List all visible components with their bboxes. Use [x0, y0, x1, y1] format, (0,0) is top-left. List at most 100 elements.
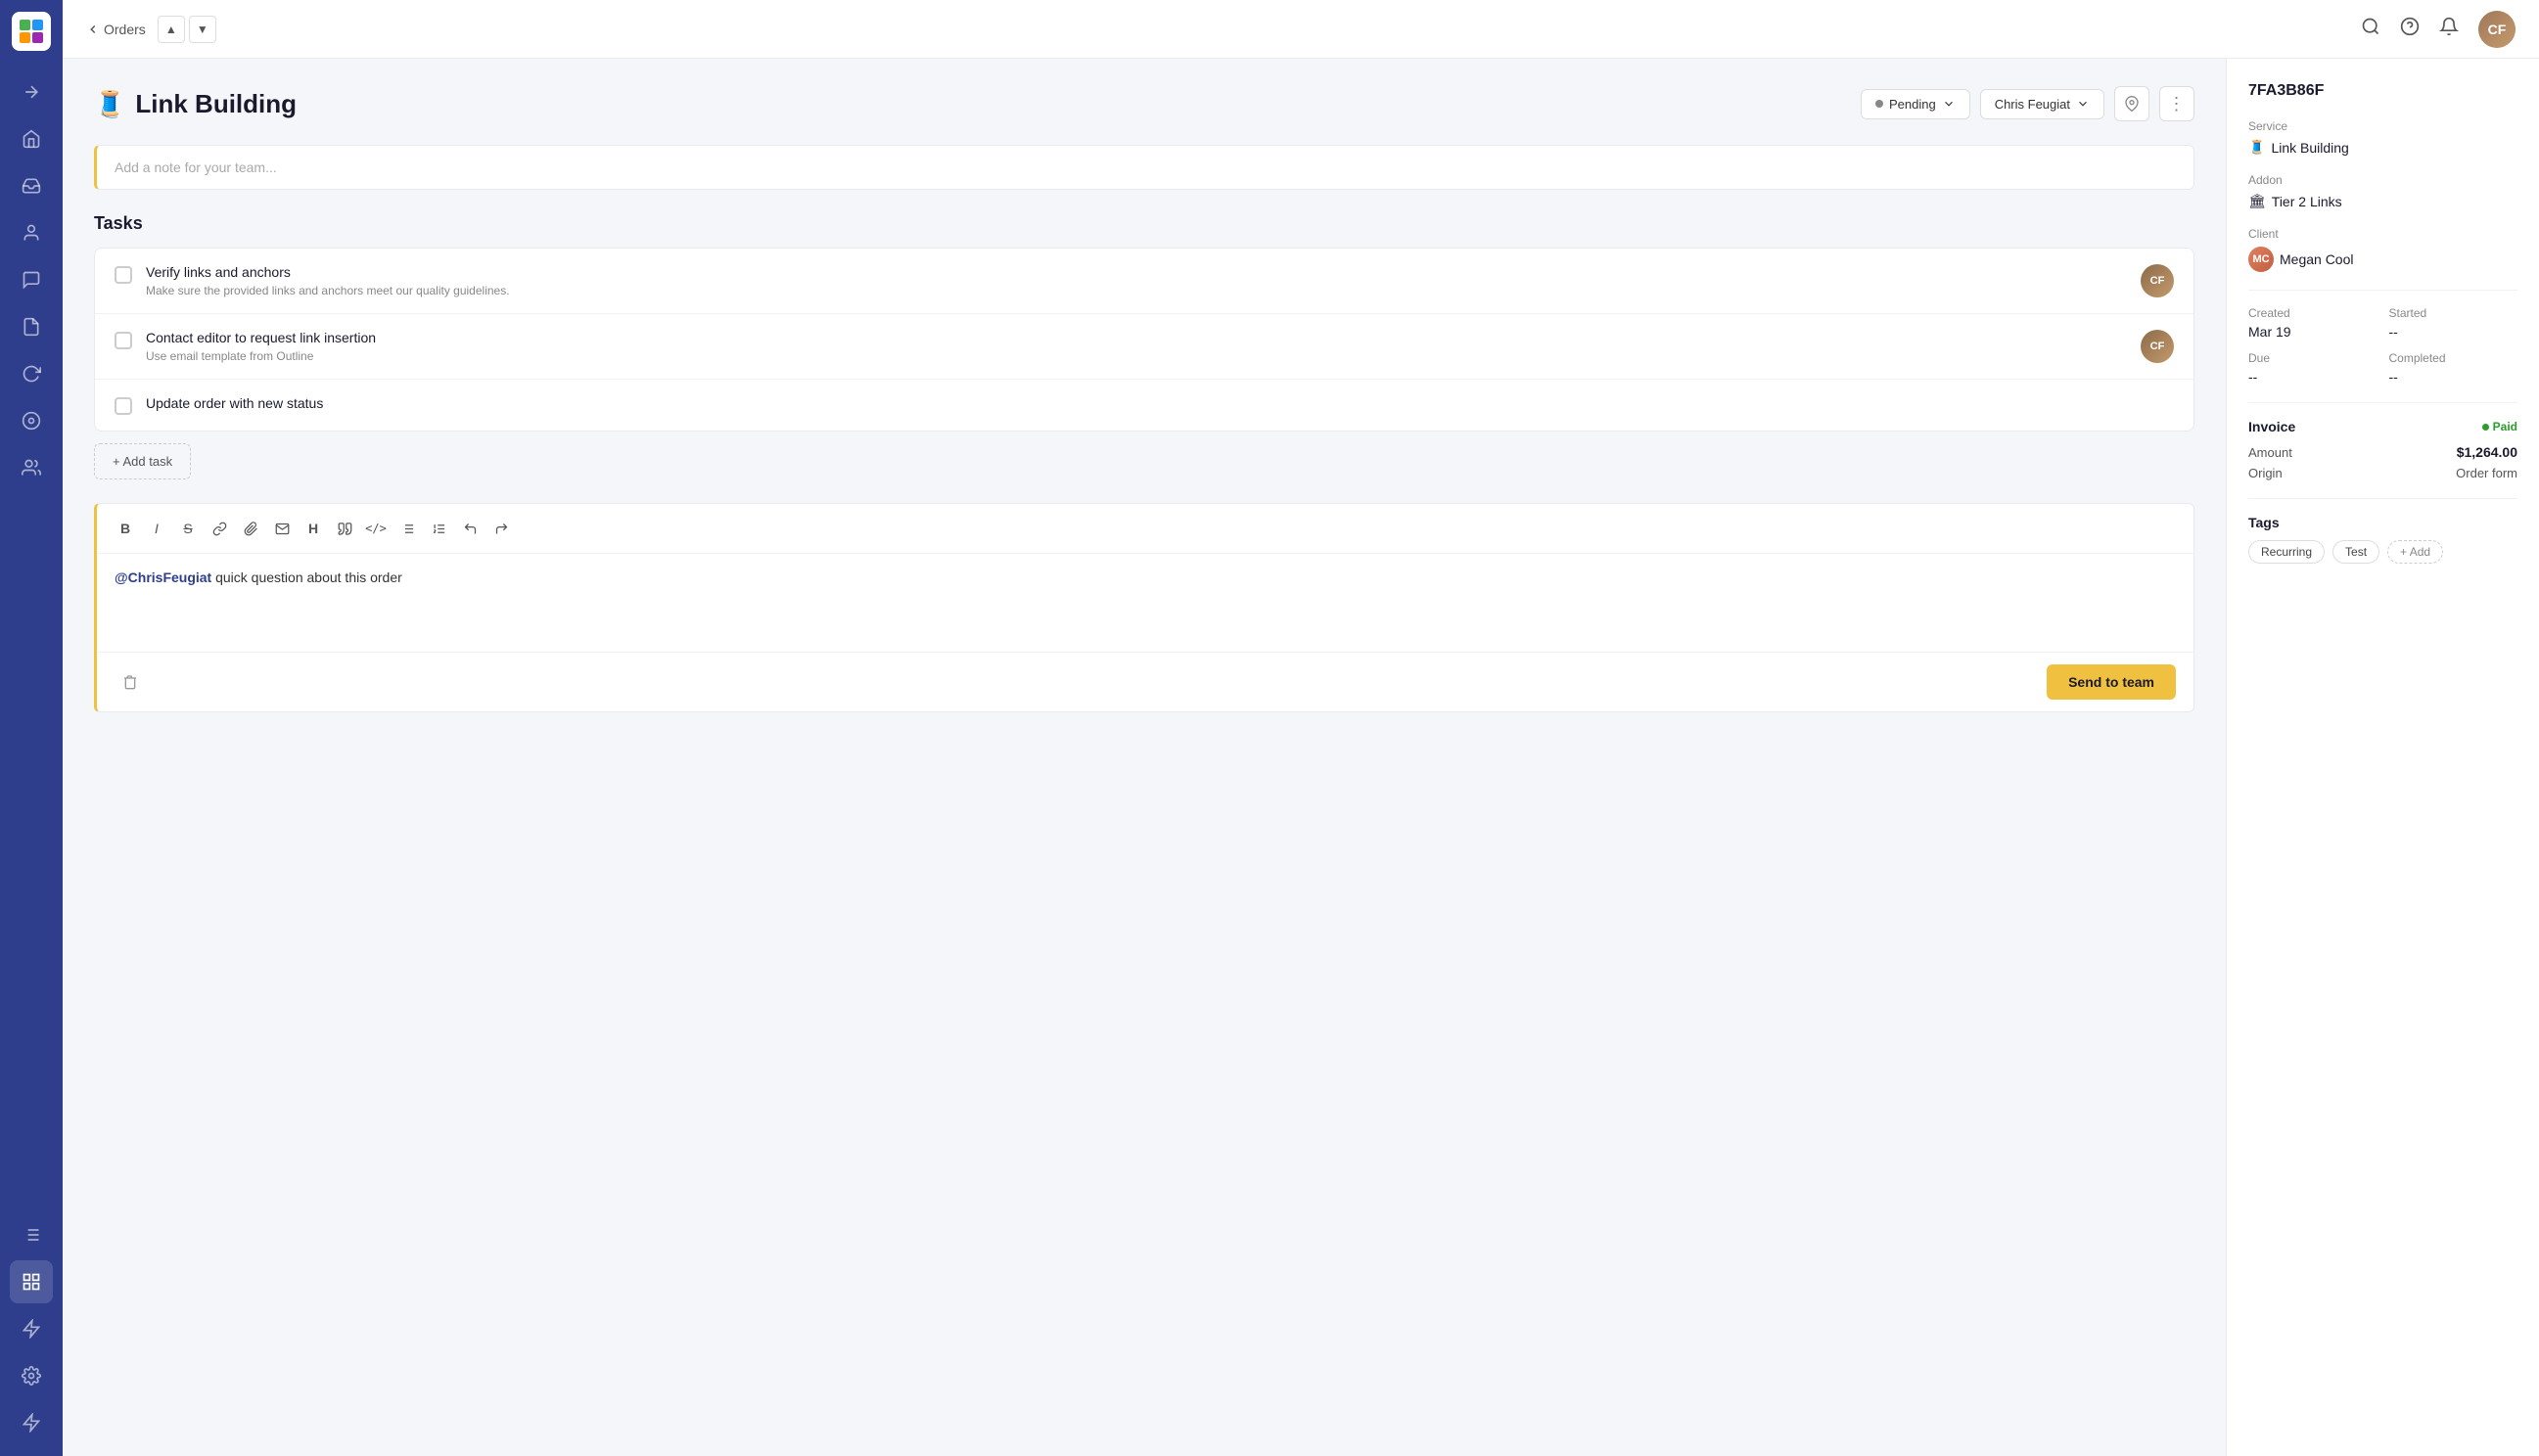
add-tag-button[interactable]: + Add	[2387, 540, 2443, 564]
toolbar-heading-button[interactable]: H	[299, 514, 328, 543]
add-task-label: + Add task	[113, 454, 172, 469]
toolbar-italic-button[interactable]: I	[142, 514, 171, 543]
toolbar-ul-button[interactable]	[392, 514, 422, 543]
toolbar-strikethrough-button[interactable]: S	[173, 514, 203, 543]
editor-content[interactable]: @ChrisFeugiat quick question about this …	[97, 554, 2193, 652]
addon-section: Addon 🏛 Tier 2 Links	[2248, 173, 2517, 209]
user-avatar[interactable]: CF	[2478, 11, 2516, 48]
toolbar-mail-button[interactable]	[267, 514, 297, 543]
sidebar-item-home[interactable]	[10, 117, 53, 160]
notifications-icon[interactable]	[2439, 17, 2459, 41]
task-checkbox-3[interactable]	[115, 397, 132, 415]
task-avatar-2: CF	[2141, 330, 2174, 363]
client-name: Megan Cool	[2280, 251, 2354, 267]
sidebar-item-recurring[interactable]	[10, 352, 53, 395]
sidebar-item-partners[interactable]	[10, 446, 53, 489]
status-button[interactable]: Pending	[1861, 89, 1970, 119]
sidebar-item-analytics[interactable]	[10, 399, 53, 442]
service-icon: 🧵	[2248, 139, 2265, 156]
toolbar-redo-button[interactable]	[486, 514, 516, 543]
task-avatar-1: CF	[2141, 264, 2174, 297]
more-options-button[interactable]: ⋮	[2159, 86, 2194, 121]
status-dot	[1875, 100, 1883, 108]
note-placeholder: Add a note for your team...	[115, 159, 277, 175]
task-desc-1: Make sure the provided links and anchors…	[146, 284, 2127, 297]
task-content-3: Update order with new status	[146, 395, 2174, 415]
client-avatar: MC	[2248, 247, 2274, 272]
service-name: Link Building	[2271, 140, 2348, 156]
tasks-section: Tasks Verify links and anchors Make sure…	[94, 213, 2194, 479]
sidebar-item-forward[interactable]	[10, 70, 53, 114]
order-id: 7FA3B86F	[2248, 82, 2517, 100]
created-value: Mar 19	[2248, 324, 2377, 340]
add-task-button[interactable]: + Add task	[94, 443, 191, 479]
delete-button[interactable]	[115, 666, 146, 698]
sidebar-item-chat[interactable]	[10, 258, 53, 301]
nav-up-button[interactable]: ▲	[158, 16, 185, 43]
more-options-icon: ⋮	[2168, 94, 2187, 114]
sidebar-item-bolt[interactable]	[10, 1401, 53, 1444]
link-icon	[212, 522, 227, 536]
blockquote-icon	[338, 522, 352, 536]
search-icon[interactable]	[2361, 17, 2380, 41]
mail-icon	[275, 522, 290, 536]
send-to-team-button[interactable]: Send to team	[2047, 664, 2176, 700]
task-list: Verify links and anchors Make sure the p…	[94, 248, 2194, 432]
task-name-1: Verify links and anchors	[146, 264, 2127, 280]
invoice-title: Invoice	[2248, 419, 2295, 434]
toolbar-bold-button[interactable]: B	[111, 514, 140, 543]
sidebar-item-inbox[interactable]	[10, 164, 53, 207]
sidebar-item-settings[interactable]	[10, 1354, 53, 1397]
service-value: 🧵 Link Building	[2248, 139, 2517, 156]
tag-recurring[interactable]: Recurring	[2248, 540, 2325, 564]
note-area[interactable]: Add a note for your team...	[94, 145, 2194, 190]
assignee-button[interactable]: Chris Feugiat	[1980, 89, 2104, 119]
back-link[interactable]: Orders	[86, 22, 146, 37]
toolbar-ol-button[interactable]	[424, 514, 453, 543]
toolbar-link-button[interactable]	[205, 514, 234, 543]
due-label: Due	[2248, 351, 2377, 365]
divider-2	[2248, 402, 2517, 403]
page-title: Link Building	[135, 89, 297, 119]
ul-icon	[400, 522, 415, 536]
created-label: Created	[2248, 306, 2377, 320]
sidebar-item-grid[interactable]	[10, 1260, 53, 1303]
help-icon[interactable]	[2400, 17, 2420, 41]
task-content-1: Verify links and anchors Make sure the p…	[146, 264, 2127, 297]
divider-3	[2248, 498, 2517, 499]
pin-icon	[2124, 96, 2140, 112]
tags-list: Recurring Test + Add	[2248, 540, 2517, 564]
toolbar-blockquote-button[interactable]	[330, 514, 359, 543]
page-header: 🧵 Link Building Pending Chris Feugiat	[94, 86, 2194, 121]
amount-value: $1,264.00	[2457, 444, 2517, 460]
task-checkbox-1[interactable]	[115, 266, 132, 284]
sidebar-item-users[interactable]	[10, 211, 53, 254]
editor-footer: Send to team	[97, 652, 2193, 711]
tags-title: Tags	[2248, 515, 2517, 530]
sidebar-item-docs[interactable]	[10, 305, 53, 348]
addon-icon: 🏛	[2248, 193, 2266, 209]
started-label: Started	[2389, 306, 2518, 320]
toolbar-undo-button[interactable]	[455, 514, 485, 543]
assignee-label: Chris Feugiat	[1995, 97, 2070, 112]
task-checkbox-2[interactable]	[115, 332, 132, 349]
topbar-nav: ▲ ▼	[158, 16, 216, 43]
toolbar-code-button[interactable]: </>	[361, 514, 391, 543]
back-label: Orders	[104, 22, 146, 37]
nav-down-button[interactable]: ▼	[189, 16, 216, 43]
paid-badge: Paid	[2482, 420, 2517, 433]
editor-mention: @ChrisFeugiat	[115, 569, 211, 585]
task-name-3: Update order with new status	[146, 395, 2174, 411]
table-row: Verify links and anchors Make sure the p…	[95, 249, 2193, 314]
divider-1	[2248, 290, 2517, 291]
tag-test[interactable]: Test	[2332, 540, 2379, 564]
toolbar-attachment-button[interactable]	[236, 514, 265, 543]
sidebar-item-list[interactable]	[10, 1213, 53, 1256]
started-value: --	[2389, 324, 2518, 340]
created-section: Created Mar 19	[2248, 306, 2377, 340]
sidebar-item-lightning[interactable]	[10, 1307, 53, 1350]
pin-button[interactable]	[2114, 86, 2149, 121]
started-section: Started --	[2389, 306, 2518, 340]
addon-name: Tier 2 Links	[2272, 194, 2342, 209]
sidebar-logo[interactable]	[12, 12, 51, 51]
